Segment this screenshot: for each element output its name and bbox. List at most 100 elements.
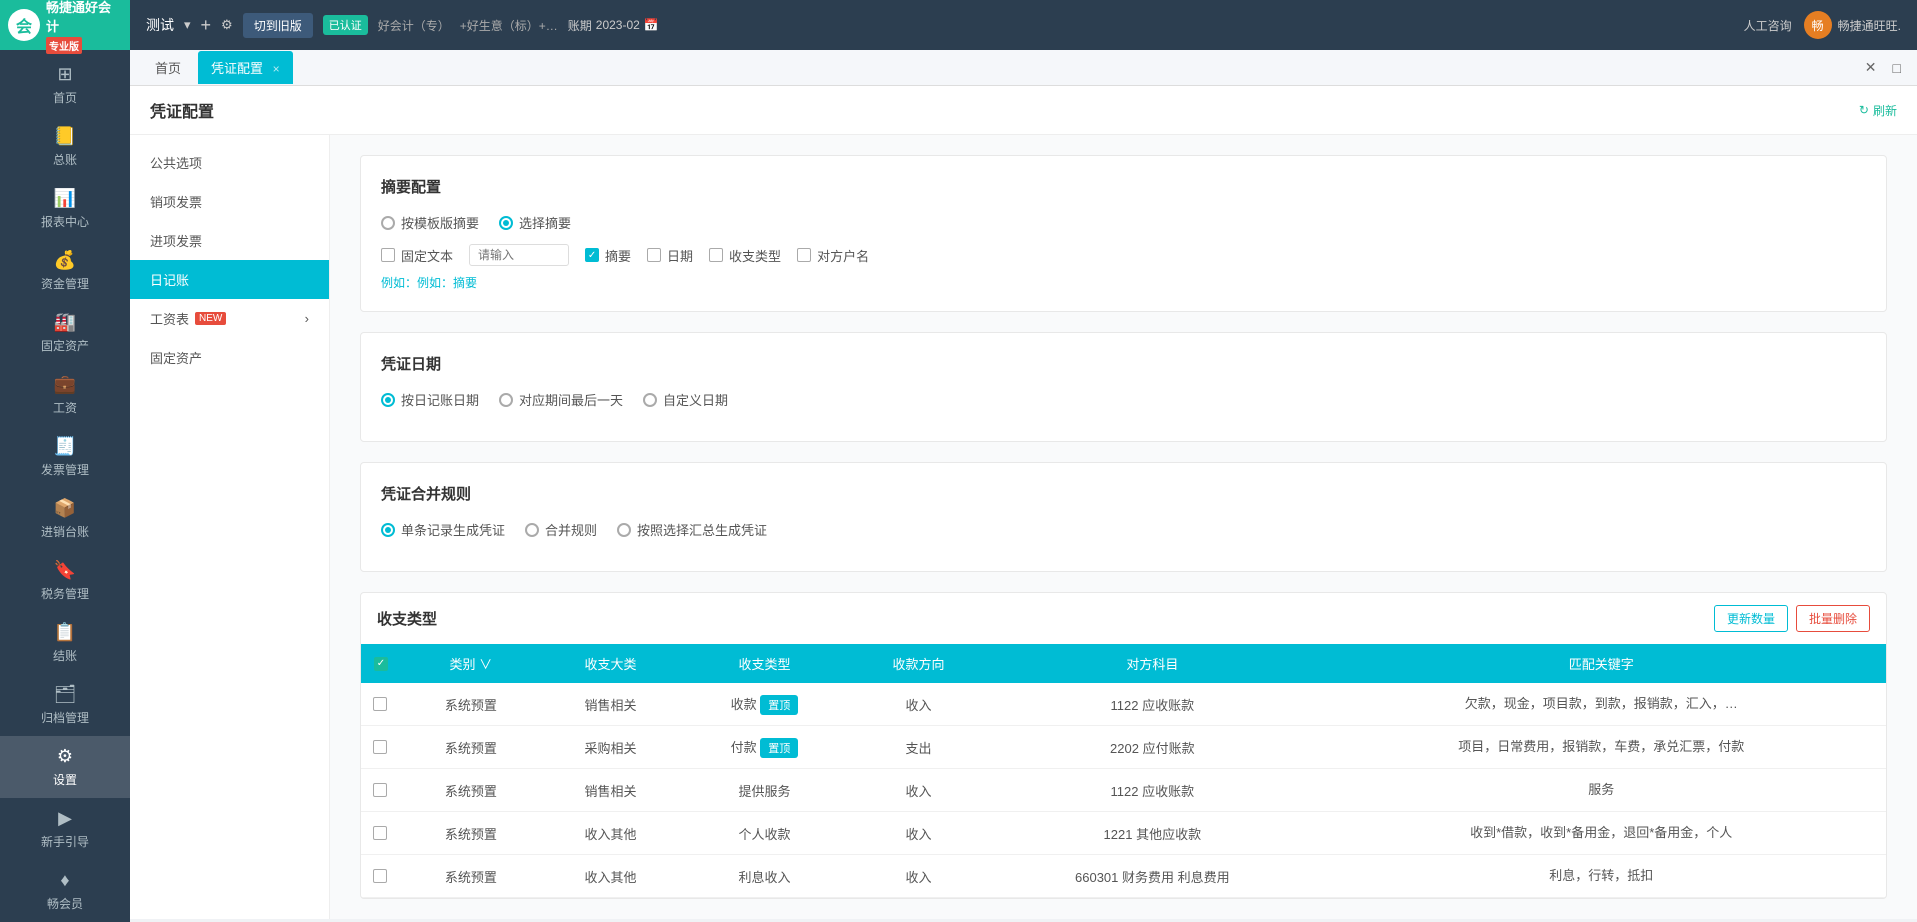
sidebar-nav: ⊞ 首页 📒 总账 📊 报表中心 💰 资金管理 🏭 固定资产 💼 工资	[0, 50, 130, 922]
checkbox-counterparty[interactable]: 对方户名	[797, 246, 869, 265]
select-all-checkbox[interactable]: ✓	[374, 657, 388, 671]
summary-checkbox-row: 固定文本 ✓ 摘要 日期	[381, 244, 1866, 266]
fixed-text-checkbox[interactable]	[381, 248, 395, 262]
config-nav-fixed-assets[interactable]: 固定资产	[130, 338, 329, 377]
topbar-settings[interactable]: ⚙	[221, 17, 233, 33]
row-major-type-2: 采购相关	[541, 726, 681, 769]
config-nav-sales-invoice[interactable]: 销项发票	[130, 182, 329, 221]
config-nav-payroll[interactable]: 工资表 NEW ›	[130, 299, 329, 338]
app-logo: 会 畅捷通好会计 专业版	[0, 0, 130, 50]
row-checkbox-5[interactable]	[373, 869, 387, 883]
sidebar-item-tax[interactable]: 🔖 税务管理	[0, 550, 130, 612]
sidebar-item-guide[interactable]: ▶ 新手引导	[0, 798, 130, 860]
row-major-type-3: 销售相关	[541, 769, 681, 812]
sort-icon[interactable]: ∨	[479, 657, 492, 672]
radio-custom-date[interactable]: 自定义日期	[643, 390, 728, 409]
col-direction: 收款方向	[849, 644, 989, 683]
window-maximize-button[interactable]: □	[1889, 57, 1905, 78]
row-checkbox-4[interactable]	[373, 826, 387, 840]
sidebar-item-salary[interactable]: 💼 工资	[0, 364, 130, 426]
sidebar-item-member[interactable]: ♦ 畅会员	[0, 860, 130, 922]
row-checkbox-3[interactable]	[373, 783, 387, 797]
radio-merge-rule[interactable]: 合并规则	[525, 520, 597, 539]
switch-old-version-button[interactable]: 切到旧版	[243, 13, 313, 38]
row-subject-1: 1122 应收账款	[988, 683, 1316, 726]
row-type-5: 利息收入	[680, 855, 848, 898]
table-buttons: 更新数量 批量删除	[1714, 605, 1870, 632]
row-category-3: 系统预置	[401, 769, 541, 812]
summary-checkbox[interactable]: ✓	[585, 248, 599, 262]
topbar-add[interactable]: +	[201, 15, 212, 36]
tab-close-icon[interactable]: ×	[273, 62, 280, 76]
row-type-2: 付款 置顶	[680, 726, 848, 769]
sidebar-item-ledger[interactable]: 📒 总账	[0, 116, 130, 178]
radio-period-last[interactable]: 对应期间最后一天	[499, 390, 623, 409]
sidebar-item-archive[interactable]: 🗂 归档管理	[0, 674, 130, 736]
config-sidebar: 公共选项 销项发票 进项发票 日记账 工资表 NEW ›	[130, 135, 330, 919]
radio-template-summary[interactable]: 按模板版摘要	[381, 213, 479, 232]
tab-voucher-config[interactable]: 凭证配置 ×	[198, 51, 293, 84]
income-type-checkbox[interactable]	[709, 248, 723, 262]
new-badge: NEW	[195, 312, 226, 325]
radio-single-record[interactable]: 单条记录生成凭证	[381, 520, 505, 539]
sidebar-item-settings[interactable]: ⚙ 设置	[0, 736, 130, 798]
checkbox-fixed-text[interactable]: 固定文本	[381, 246, 453, 265]
sidebar-item-invoice[interactable]: 🧾 发票管理	[0, 426, 130, 488]
voucher-date-section: 凭证日期 按日记账日期 对应期间最后一天	[360, 332, 1887, 442]
col-category: 类别 ∨	[401, 644, 541, 683]
row-direction-4: 收入	[849, 812, 989, 855]
config-nav-journal[interactable]: 日记账	[130, 260, 329, 299]
income-types-table: ✓ 类别 ∨ 收支大类 收支类型 收款方向 对方科目	[361, 644, 1886, 898]
logo-icon: 会	[8, 9, 40, 41]
config-nav-public[interactable]: 公共选项	[130, 143, 329, 182]
sidebar-item-settle[interactable]: 📋 结账	[0, 612, 130, 674]
user-menu[interactable]: 畅 畅捷通旺旺.	[1804, 11, 1901, 39]
sidebar-item-reports[interactable]: 📊 报表中心	[0, 178, 130, 240]
row-checkbox-2[interactable]	[373, 740, 387, 754]
tab-home[interactable]: 首页	[142, 51, 194, 84]
help-link[interactable]: 人工咨询	[1744, 17, 1792, 34]
update-button[interactable]: 更新数量	[1714, 605, 1788, 632]
fixed-text-input[interactable]	[469, 244, 569, 266]
sidebar-item-funds[interactable]: 💰 资金管理	[0, 240, 130, 302]
row-checkbox-1[interactable]	[373, 697, 387, 711]
table-row: 系统预置 收入其他 利息收入 收入 660301 财务费用 利息费用 利息，行转…	[361, 855, 1886, 898]
checkbox-date[interactable]: 日期	[647, 246, 693, 265]
radio-select-summary[interactable]: 选择摘要	[499, 213, 571, 232]
checkbox-income-type[interactable]: 收支类型	[709, 246, 781, 265]
topbar-right: 人工咨询 畅 畅捷通旺旺.	[1744, 11, 1901, 39]
row-direction-1: 收入	[849, 683, 989, 726]
date-checkbox[interactable]	[647, 248, 661, 262]
main-area: 测试 ▾ + ⚙ 切到旧版 已认证 好会计（专） +好生意（标）+… 账期 20…	[130, 0, 1917, 922]
radio-aggregate[interactable]: 按照选择汇总生成凭证	[617, 520, 767, 539]
sidebar-item-assets[interactable]: 🏭 固定资产	[0, 302, 130, 364]
window-close-button[interactable]: ✕	[1861, 57, 1881, 78]
col-type: 收支类型	[680, 644, 848, 683]
counterparty-checkbox[interactable]	[797, 248, 811, 262]
certified-badge: 已认证	[323, 15, 368, 35]
ledger-icon: 📒	[54, 126, 76, 147]
radio-dot3	[385, 527, 391, 533]
row-direction-3: 收入	[849, 769, 989, 812]
radio-journal-date[interactable]: 按日记账日期	[381, 390, 479, 409]
single-record-circle	[381, 523, 395, 537]
income-types-title: 收支类型	[377, 608, 437, 629]
invoice-icon: 🧾	[54, 436, 76, 457]
checkbox-summary[interactable]: ✓ 摘要	[585, 246, 631, 265]
purchase-icon: 📦	[54, 498, 76, 519]
refresh-button[interactable]: ↻ 刷新	[1859, 102, 1897, 119]
config-nav-purchase-invoice[interactable]: 进项发票	[130, 221, 329, 260]
table-row: 系统预置 收入其他 个人收款 收入 1221 其他应收款 收到*借款，收到*备用…	[361, 812, 1886, 855]
journal-date-circle	[381, 393, 395, 407]
calendar-icon[interactable]: 📅	[644, 18, 659, 32]
reset-btn-1[interactable]: 置顶	[760, 695, 798, 715]
batch-delete-button[interactable]: 批量删除	[1796, 605, 1870, 632]
row-type-3: 提供服务	[680, 769, 848, 812]
reset-btn-2[interactable]: 置顶	[760, 738, 798, 758]
sidebar-item-home[interactable]: ⊞ 首页	[0, 54, 130, 116]
summary-radio-group: 按模板版摘要 选择摘要	[381, 213, 1866, 232]
sidebar-item-purchase[interactable]: 📦 进销台账	[0, 488, 130, 550]
home-icon: ⊞	[57, 64, 72, 85]
topbar-dropdown[interactable]: ▾	[184, 17, 191, 33]
accounting-type: 好会计（专）	[378, 17, 450, 34]
